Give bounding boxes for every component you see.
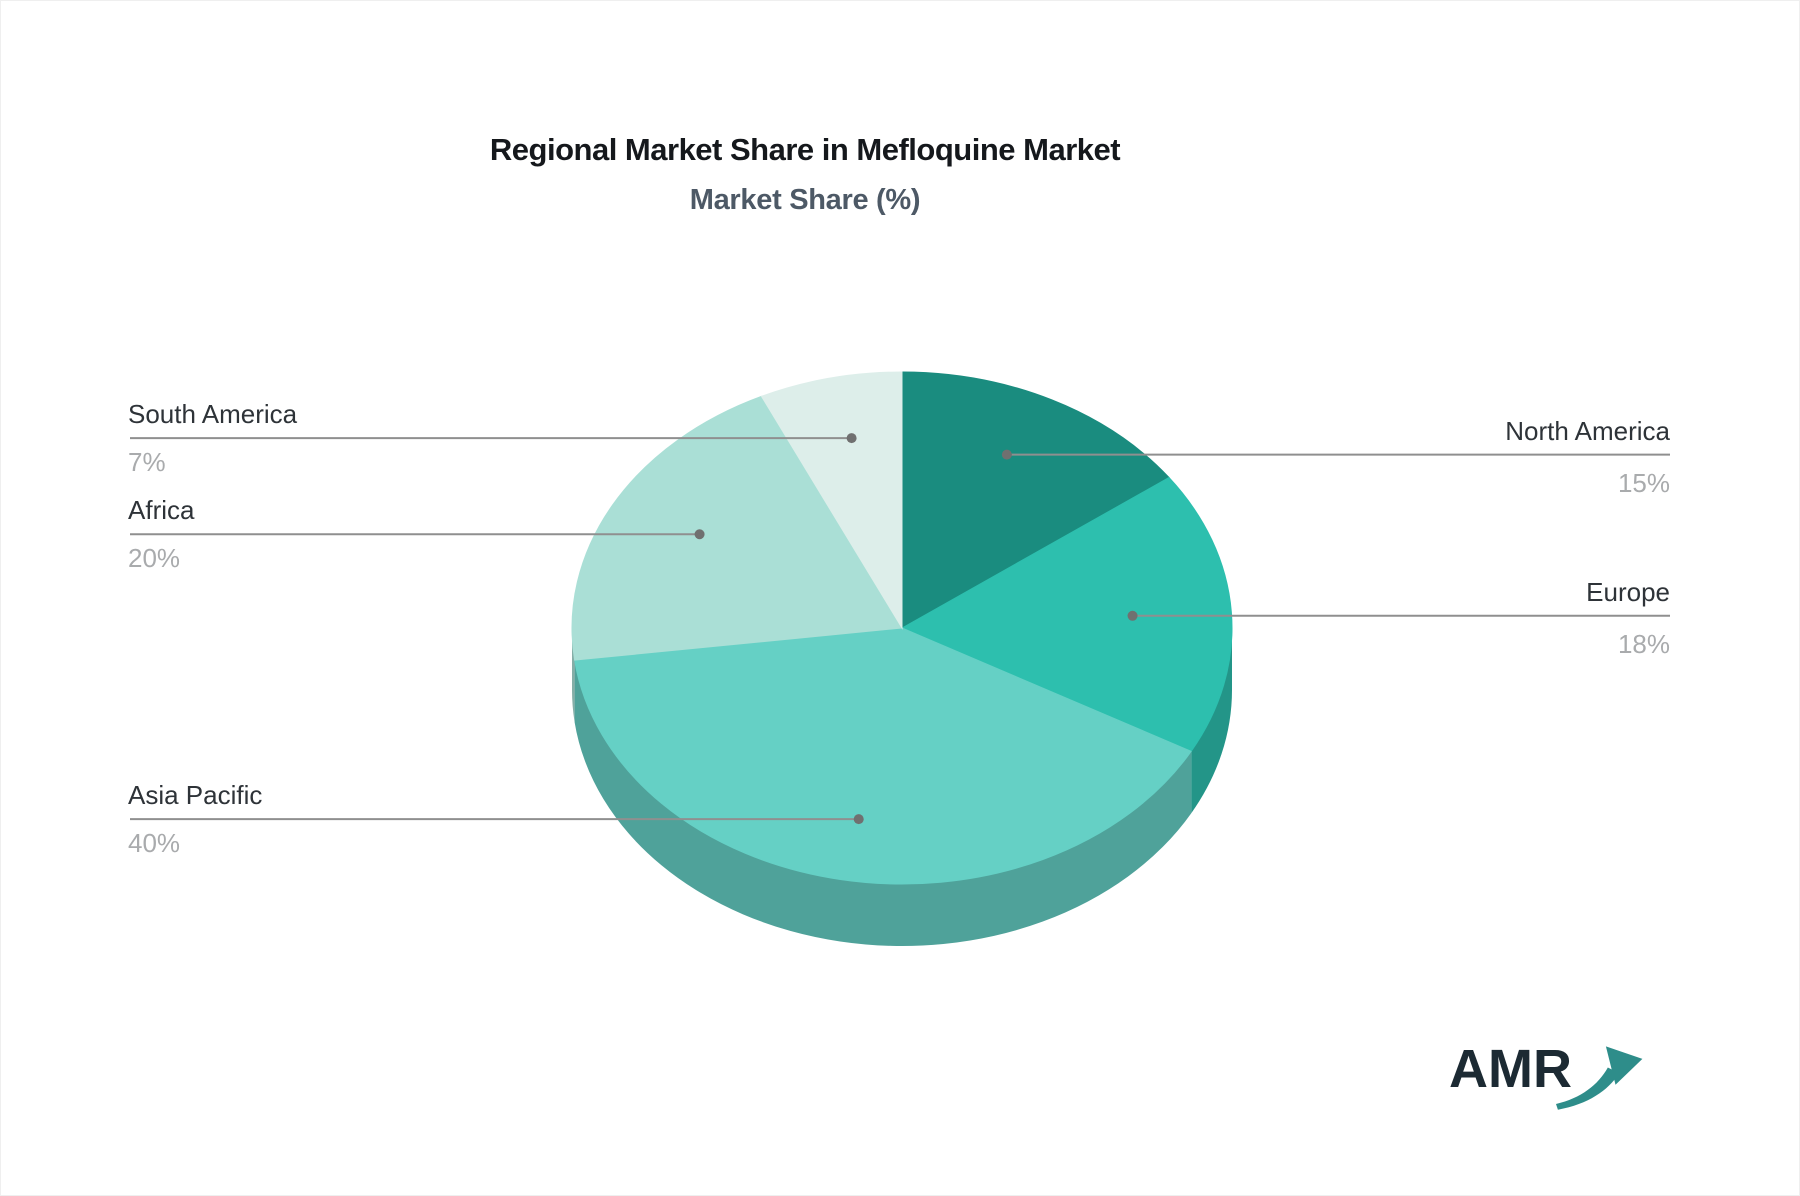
- label-dot-north-america: [1001, 449, 1012, 460]
- slice-label-europe: Europe: [1586, 576, 1670, 607]
- amr-logo-text: AMR: [1449, 1039, 1572, 1099]
- slice-label-asia-pacific: Asia Pacific: [128, 780, 263, 811]
- slice-pct-north-america: 15%: [1617, 467, 1670, 498]
- label-dot-south-america: [846, 433, 857, 444]
- slice-pct-africa: 20%: [128, 543, 181, 574]
- label-dot-asia-pacific: [853, 814, 864, 825]
- slice-pct-south-america: 7%: [128, 447, 166, 478]
- label-dot-europe: [1127, 610, 1138, 621]
- pie-chart: [130, 371, 1670, 946]
- slice-label-north-america: North America: [1505, 415, 1670, 446]
- chart-canvas: Regional Market Share in Mefloquine Mark…: [0, 0, 1800, 1196]
- label-dot-africa: [694, 529, 705, 540]
- slice-label-africa: Africa: [128, 495, 195, 526]
- amr-logo: AMR: [1449, 1030, 1652, 1110]
- growth-arrow-icon: [1556, 1046, 1643, 1110]
- slice-label-south-america: South America: [128, 399, 298, 430]
- slice-pct-europe: 18%: [1617, 628, 1670, 659]
- slice-pct-asia-pacific: 40%: [128, 828, 181, 859]
